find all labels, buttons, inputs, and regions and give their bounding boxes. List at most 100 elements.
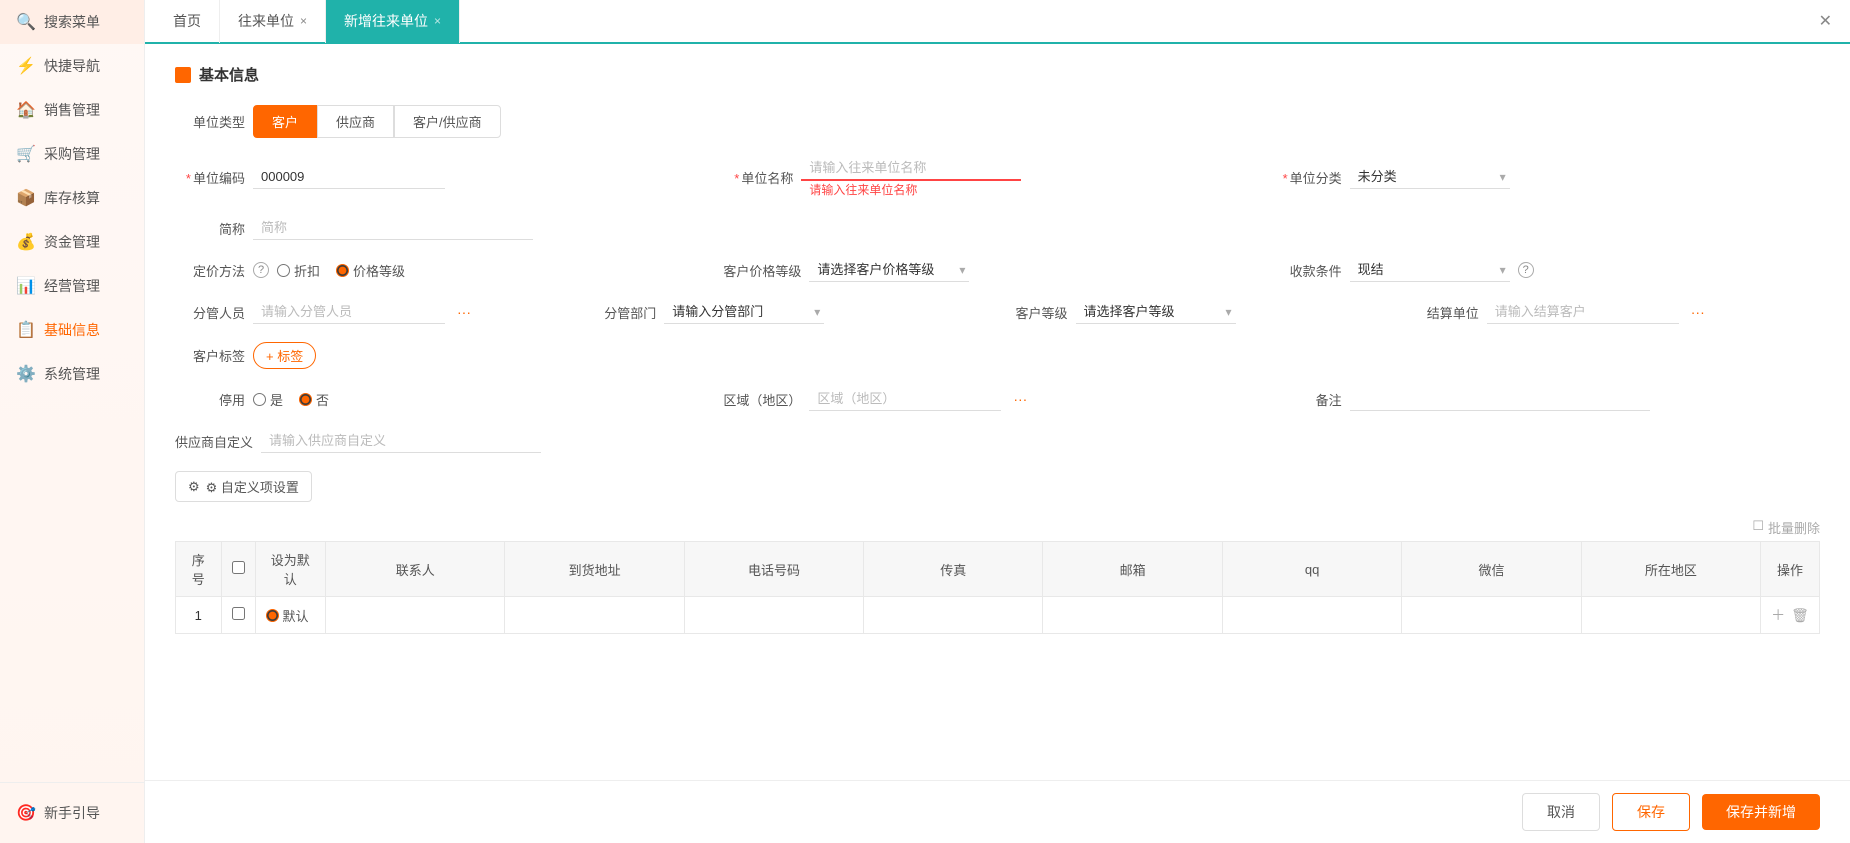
short-name-field: 简称	[175, 216, 1820, 240]
row-qq-input[interactable]	[1233, 608, 1392, 623]
content-area: 基本信息 单位类型 客户 供应商 客户/供应商 *单位编码 *单位名称	[145, 44, 1850, 780]
remark-label: 备注	[1272, 390, 1342, 409]
save-button[interactable]: 保存	[1612, 793, 1690, 831]
tab-partners-close-icon[interactable]: ×	[300, 14, 307, 28]
tab-new-partner[interactable]: 新增往来单位 ×	[326, 0, 460, 43]
settlement-unit-input[interactable]	[1487, 300, 1679, 324]
pricing-level-option[interactable]: 价格等级	[336, 261, 405, 280]
tabbar-close-icon[interactable]: ✕	[1811, 7, 1840, 35]
sidebar-item-system[interactable]: ⚙️ 系统管理	[0, 352, 144, 396]
row-checkbox-input[interactable]	[232, 607, 245, 620]
select-all-checkbox[interactable]	[232, 561, 245, 574]
pricing-row: 定价方法 ? 折扣 价格等级 客户价格等级 请选择客	[175, 258, 1820, 282]
supplier-custom-input[interactable]	[261, 429, 541, 453]
unit-category-select[interactable]: 未分类	[1350, 165, 1510, 189]
add-tag-button[interactable]: + 标签	[253, 342, 316, 369]
sidebar-item-label: 搜索菜单	[44, 12, 100, 32]
tags-label: 客户标签	[175, 346, 245, 365]
pricing-method-label: 定价方法	[175, 261, 245, 280]
unit-type-supplier-btn[interactable]: 供应商	[317, 105, 394, 138]
cart-icon: 🛒	[16, 144, 36, 164]
sidebar-item-operations[interactable]: 📊 经营管理	[0, 264, 144, 308]
custom-settings-button[interactable]: ⚙ ⚙ 自定义项设置	[175, 471, 312, 502]
home-icon: 🏠	[16, 100, 36, 120]
unit-type-customer-btn[interactable]: 客户	[253, 105, 317, 138]
manager-more-icon[interactable]: ···	[453, 304, 475, 320]
contacts-table: 序号 设为默认 联系人 到货地址 电话号码 传真 邮箱 qq 微信 所在地区 操…	[175, 541, 1820, 634]
tab-new-partner-close-icon[interactable]: ×	[434, 14, 441, 28]
sidebar-item-guide[interactable]: 🎯 新手引导	[0, 791, 144, 835]
unit-type-row: 单位类型 客户 供应商 客户/供应商	[175, 105, 1820, 138]
row-address-input[interactable]	[515, 608, 673, 623]
supplier-custom-field: 供应商自定义	[175, 429, 1820, 453]
tags-field: 客户标签 + 标签	[175, 342, 1820, 369]
sidebar-item-finance[interactable]: 💰 资金管理	[0, 220, 144, 264]
row-actions: ＋ 🗑	[1761, 597, 1820, 634]
unit-name-input[interactable]	[801, 156, 1021, 181]
disabled-no-option[interactable]: 否	[299, 390, 329, 409]
remark-input[interactable]	[1350, 387, 1650, 411]
pricing-discount-radio[interactable]	[277, 264, 290, 277]
sidebar-item-label: 经营管理	[44, 276, 100, 296]
sidebar-item-basic-info[interactable]: 📋 基础信息	[0, 308, 144, 352]
row-contact-input[interactable]	[336, 608, 494, 623]
batch-delete-area: ☐ 批量删除	[175, 518, 1820, 537]
row-wechat	[1402, 597, 1581, 634]
unit-name-field: *单位名称 请输入往来单位名称	[723, 156, 1271, 198]
col-qq: qq	[1222, 542, 1402, 597]
disabled-yes-radio[interactable]	[253, 393, 266, 406]
row-email-input[interactable]	[1053, 608, 1211, 623]
unit-code-input[interactable]	[253, 165, 445, 189]
sidebar-item-sales[interactable]: 🏠 销售管理	[0, 88, 144, 132]
sidebar-item-quick-nav[interactable]: ⚡ 快捷导航	[0, 44, 144, 88]
col-checkbox	[221, 542, 255, 597]
tab-partners[interactable]: 往来单位 ×	[220, 0, 326, 43]
unit-name-input-wrapper: 请输入往来单位名称	[801, 156, 1021, 198]
unit-type-field: 单位类型 客户 供应商 客户/供应商	[175, 105, 1820, 138]
batch-delete-label[interactable]: 批量删除	[1768, 518, 1820, 537]
row-qq	[1222, 597, 1402, 634]
row-region-input[interactable]	[1592, 608, 1750, 623]
sidebar-item-inventory[interactable]: 📦 库存核算	[0, 176, 144, 220]
row-phone-input[interactable]	[695, 608, 853, 623]
cancel-button[interactable]: 取消	[1522, 793, 1600, 831]
region-field: 区域（地区） ···	[723, 387, 1271, 411]
customer-price-level-wrapper: 请选择客户价格等级	[809, 258, 969, 282]
row-fax-input[interactable]	[874, 608, 1032, 623]
row-delete-icon[interactable]: 🗑	[1791, 607, 1809, 624]
pricing-help-icon[interactable]: ?	[253, 262, 269, 278]
row-default-radio[interactable]	[266, 609, 279, 622]
sidebar-item-search[interactable]: 🔍 搜索菜单	[0, 0, 144, 44]
unit-type-both-btn[interactable]: 客户/供应商	[394, 105, 501, 138]
tab-home[interactable]: 首页	[155, 0, 220, 43]
footer: 取消 保存 保存并新增	[145, 780, 1850, 843]
settlement-unit-more-icon[interactable]: ···	[1687, 304, 1709, 320]
section-icon	[175, 67, 191, 83]
payment-help-icon[interactable]: ?	[1518, 262, 1534, 278]
region-more-icon[interactable]: ···	[1009, 391, 1031, 407]
pricing-discount-option[interactable]: 折扣	[277, 261, 320, 280]
disabled-yes-option[interactable]: 是	[253, 390, 283, 409]
customer-price-level-field: 客户价格等级 请选择客户价格等级	[723, 258, 1271, 282]
save-new-button[interactable]: 保存并新增	[1702, 794, 1820, 830]
sidebar-item-purchase[interactable]: 🛒 采购管理	[0, 132, 144, 176]
tags-row: 客户标签 + 标签	[175, 342, 1820, 369]
payment-terms-select[interactable]: 现结	[1350, 258, 1510, 282]
customer-price-level-select[interactable]: 请选择客户价格等级	[809, 258, 969, 282]
search-icon: 🔍	[16, 12, 36, 32]
row-wechat-input[interactable]	[1412, 608, 1570, 623]
row-default-radio-label[interactable]: 默认	[266, 606, 316, 625]
sidebar-item-label: 采购管理	[44, 144, 100, 164]
disabled-no-radio[interactable]	[299, 393, 312, 406]
main-area: 首页 往来单位 × 新增往来单位 × ✕ 基本信息 单位类型 客户 供应商 客户…	[145, 0, 1850, 843]
region-input[interactable]	[809, 387, 1001, 411]
customer-level-select[interactable]: 请选择客户等级	[1076, 300, 1236, 324]
pricing-level-radio[interactable]	[336, 264, 349, 277]
manager-input[interactable]	[253, 300, 445, 324]
department-select[interactable]: 请输入分管部门	[664, 300, 824, 324]
row-add-icon[interactable]: ＋	[1771, 605, 1785, 625]
unit-type-label: 单位类型	[175, 112, 245, 131]
unit-category-field: *单位分类 未分类	[1272, 165, 1820, 189]
short-name-input[interactable]	[253, 216, 533, 240]
sidebar-item-label: 基础信息	[44, 320, 100, 340]
